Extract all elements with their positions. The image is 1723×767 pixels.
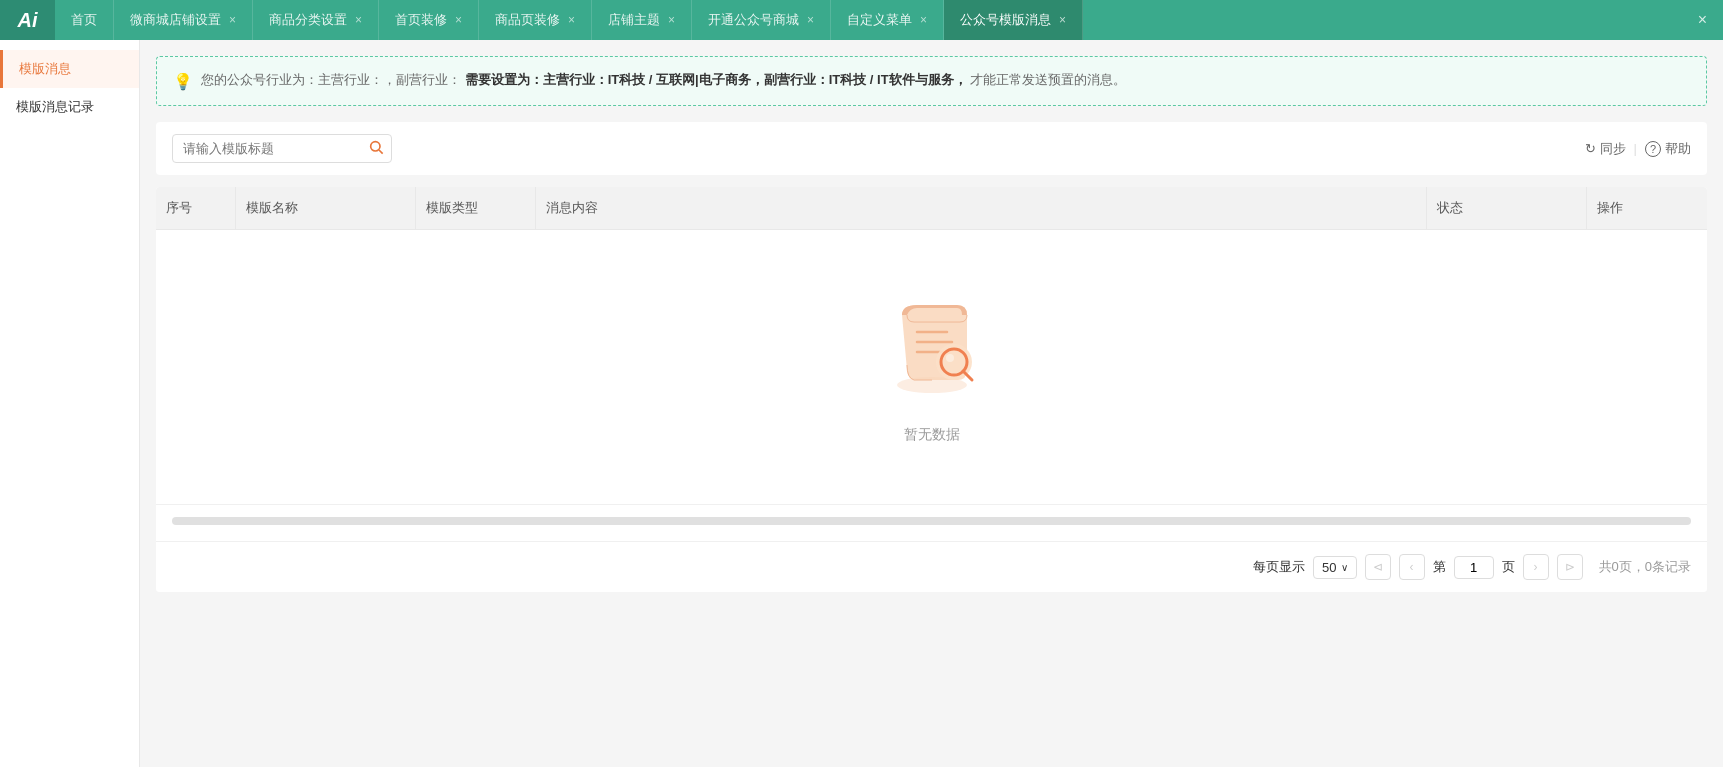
notice-prefix: 您的公众号行业为：主营行业：，副营行业：: [201, 72, 461, 87]
nav-item-home-decoration[interactable]: 首页装修×: [379, 0, 479, 40]
svg-point-9: [946, 354, 954, 362]
nav-close-open-mall[interactable]: ×: [807, 13, 814, 27]
page-size-label: 每页显示: [1253, 558, 1305, 576]
table-header-status: 状态: [1427, 187, 1587, 229]
table-header-action: 操作: [1587, 187, 1707, 229]
logo-area: Ai: [0, 0, 55, 40]
nav-item-product-decoration[interactable]: 商品页装修×: [479, 0, 592, 40]
nav-item-store-theme[interactable]: 店铺主题×: [592, 0, 692, 40]
nav-close-product-decoration[interactable]: ×: [568, 13, 575, 27]
nav-item-shop-settings[interactable]: 微商城店铺设置×: [114, 0, 253, 40]
page-label: 页: [1502, 558, 1515, 576]
horizontal-scrollbar[interactable]: [172, 517, 1691, 525]
nav-item-template-msg[interactable]: 公众号模版消息×: [944, 0, 1083, 40]
sync-button[interactable]: ↻ 同步: [1585, 140, 1626, 158]
sidebar-item-template-msg-record[interactable]: 模版消息记录: [0, 88, 139, 126]
top-nav: Ai 首页微商城店铺设置×商品分类设置×首页装修×商品页装修×店铺主题×开通公众…: [0, 0, 1723, 40]
pagination: 每页显示 50 ∨ ⊲ ‹ 第 页 › ⊳ 共0页，0条记录: [156, 541, 1707, 592]
toolbar-divider: |: [1634, 141, 1637, 156]
page-size-selector[interactable]: 50 ∨: [1313, 556, 1356, 579]
empty-illustration: [872, 290, 992, 410]
sidebar: 模版消息模版消息记录: [0, 40, 140, 767]
nav-item-open-mall[interactable]: 开通公众号商城×: [692, 0, 831, 40]
search-bar: ↻ 同步 | ? 帮助: [156, 122, 1707, 175]
search-input[interactable]: [172, 134, 392, 163]
table-header: 序号模版名称模版类型消息内容状态操作: [156, 187, 1707, 230]
first-page-button[interactable]: ⊲: [1365, 554, 1391, 580]
nav-item-home[interactable]: 首页: [55, 0, 114, 40]
svg-line-1: [379, 150, 383, 154]
page-number-input[interactable]: [1454, 556, 1494, 579]
sidebar-item-template-msg[interactable]: 模版消息: [0, 50, 139, 88]
notice-text: 您的公众号行业为：主营行业：，副营行业： 需要设置为：主营行业：IT科技 / 互…: [201, 71, 1126, 89]
nav-close-home-decoration[interactable]: ×: [455, 13, 462, 27]
help-icon: ?: [1645, 141, 1661, 157]
notice-suffix: 才能正常发送预置的消息。: [970, 72, 1126, 87]
content-area: 💡 您的公众号行业为：主营行业：，副营行业： 需要设置为：主营行业：IT科技 /…: [140, 40, 1723, 767]
help-button[interactable]: ? 帮助: [1645, 140, 1691, 158]
close-all-button[interactable]: ×: [1682, 0, 1723, 40]
help-label: 帮助: [1665, 140, 1691, 158]
search-input-wrapper: [172, 134, 392, 163]
chevron-down-icon: ∨: [1341, 562, 1348, 573]
nav-close-category-settings[interactable]: ×: [355, 13, 362, 27]
empty-state: 暂无数据: [156, 230, 1707, 504]
total-text: 共0页，0条记录: [1599, 558, 1691, 576]
search-button[interactable]: [368, 139, 384, 159]
next-page-button[interactable]: ›: [1523, 554, 1549, 580]
page-size-value: 50: [1322, 560, 1336, 575]
sync-label: 同步: [1600, 140, 1626, 158]
notice-highlight: 需要设置为：主营行业：IT科技 / 互联网|电子商务，副营行业：IT科技 / I…: [465, 72, 967, 87]
svg-point-0: [371, 141, 380, 150]
prev-page-button[interactable]: ‹: [1399, 554, 1425, 580]
page-di-label: 第: [1433, 558, 1446, 576]
table-header-content: 消息内容: [536, 187, 1427, 229]
toolbar-right: ↻ 同步 | ? 帮助: [1585, 140, 1691, 158]
table-container: 序号模版名称模版类型消息内容状态操作: [156, 187, 1707, 592]
table-header-index: 序号: [156, 187, 236, 229]
notice-box: 💡 您的公众号行业为：主营行业：，副营行业： 需要设置为：主营行业：IT科技 /…: [156, 56, 1707, 106]
nav-close-store-theme[interactable]: ×: [668, 13, 675, 27]
nav-close-custom-menu[interactable]: ×: [920, 13, 927, 27]
table-header-type: 模版类型: [416, 187, 536, 229]
logo-text: Ai: [18, 9, 38, 32]
notice-icon: 💡: [173, 72, 193, 91]
table-header-name: 模版名称: [236, 187, 416, 229]
scrollbar-area: [156, 504, 1707, 541]
nav-close-template-msg[interactable]: ×: [1059, 13, 1066, 27]
main-layout: 模版消息模版消息记录 💡 您的公众号行业为：主营行业：，副营行业： 需要设置为：…: [0, 40, 1723, 767]
nav-item-custom-menu[interactable]: 自定义菜单×: [831, 0, 944, 40]
nav-item-category-settings[interactable]: 商品分类设置×: [253, 0, 379, 40]
last-page-button[interactable]: ⊳: [1557, 554, 1583, 580]
nav-close-shop-settings[interactable]: ×: [229, 13, 236, 27]
sync-icon: ↻: [1585, 141, 1596, 156]
empty-text: 暂无数据: [904, 426, 960, 444]
